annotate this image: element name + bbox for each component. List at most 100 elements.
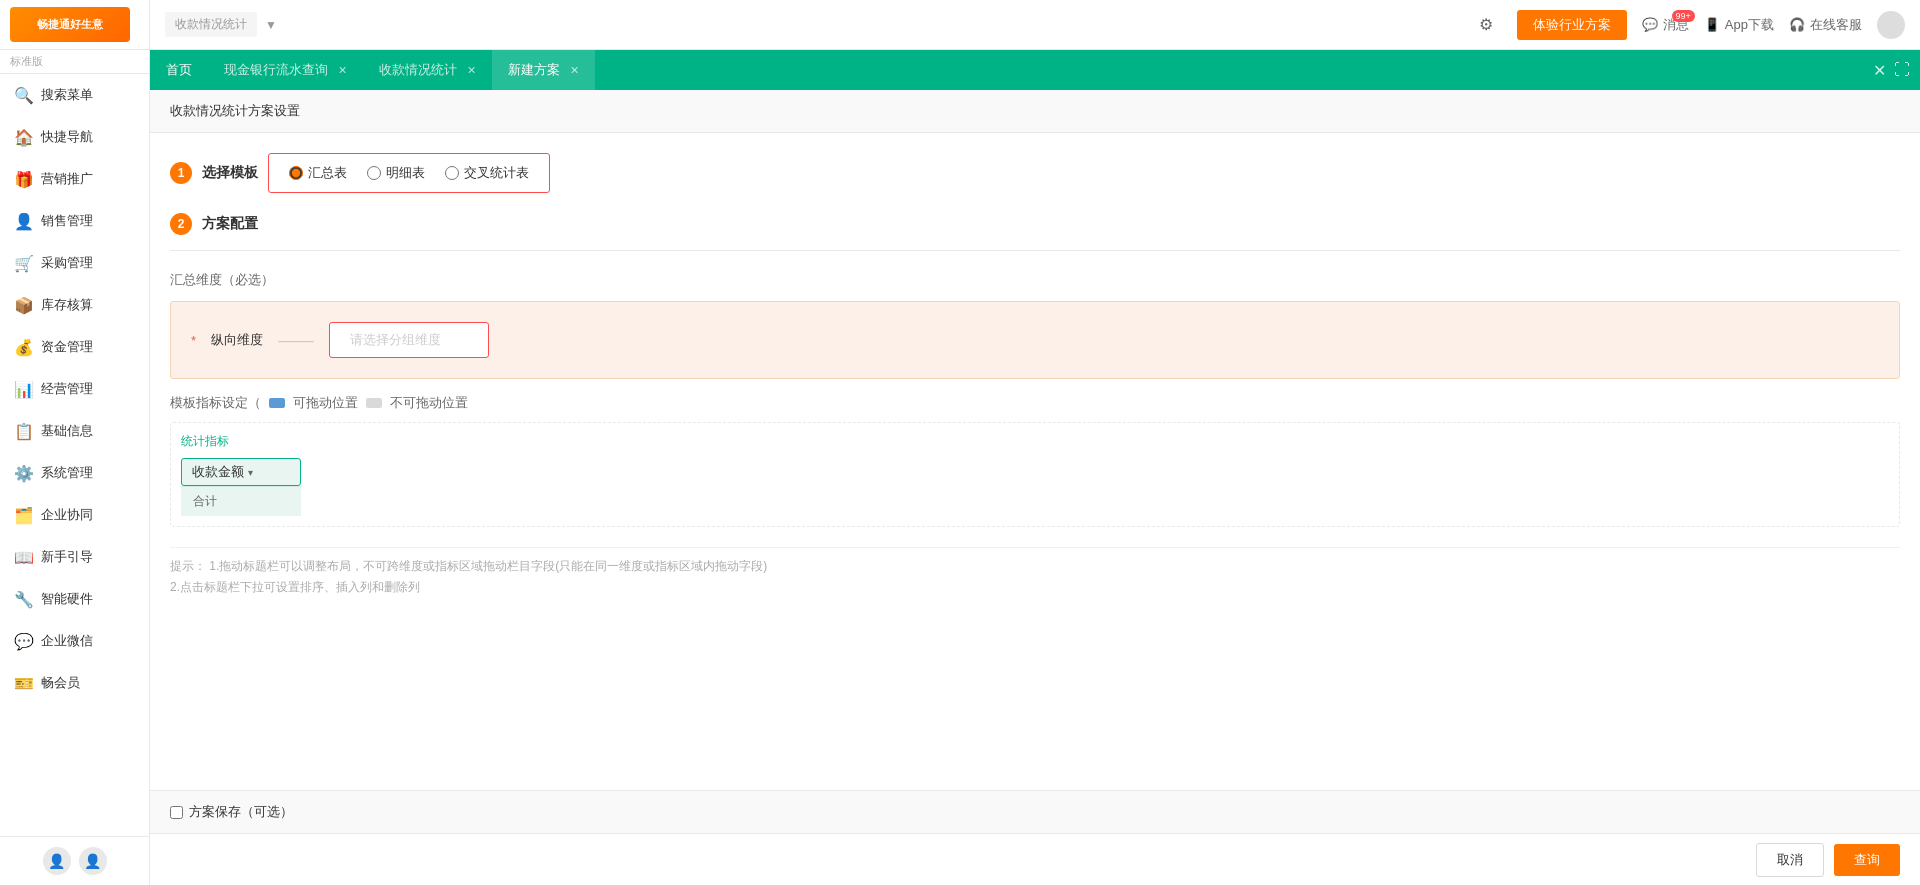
industry-btn[interactable]: 体验行业方案 [1517,10,1627,40]
sidebar-item-label: 系统管理 [41,464,93,482]
query-button[interactable]: 查询 [1834,844,1900,876]
form-area: 1 选择模板 汇总表 明细表 [150,133,1920,650]
sales-icon: 👤 [15,212,33,230]
radio-summary-input[interactable] [289,166,303,180]
sidebar-avatar-left[interactable]: 👤 [43,847,71,875]
tip-row-1: 提示： 1.拖动标题栏可以调整布局，不可跨维度或指标区域拖动栏目字段(只能在同一… [170,558,1900,575]
page-header: 收款情况统计方案设置 [150,90,1920,133]
radio-detail[interactable]: 明细表 [367,164,425,182]
user-avatar[interactable] [1877,11,1905,39]
sidebar-item-new-guide[interactable]: 📖 新手引导 [0,536,149,578]
smart-hardware-icon: 🔧 [15,590,33,608]
sidebar-item-quick-nav[interactable]: 🏠 快捷导航 [0,116,149,158]
sidebar-item-label: 采购管理 [41,254,93,272]
template-options-box: 汇总表 明细表 交叉统计表 [268,153,550,193]
sidebar-item-operations[interactable]: 📊 经营管理 [0,368,149,410]
sidebar-item-label: 搜索菜单 [41,86,93,104]
tab-bank-flow-label: 现金银行流水查询 [224,61,328,79]
sidebar-item-inventory[interactable]: 📦 库存核算 [0,284,149,326]
radio-detail-input[interactable] [367,166,381,180]
draggable-label: 可拖动位置 [293,394,358,412]
operations-icon: 📊 [15,380,33,398]
tab-collection-stats-label: 收款情况统计 [379,61,457,79]
sidebar-item-label: 智能硬件 [41,590,93,608]
purchase-icon: 🛒 [15,254,33,272]
logo-image: 畅捷通好生意 [10,7,130,42]
tips-area: 提示： 1.拖动标题栏可以调整布局，不可跨维度或指标区域拖动栏目字段(只能在同一… [170,547,1900,610]
sidebar-item-member[interactable]: 🎫 畅会员 [0,662,149,704]
sidebar-item-sales[interactable]: 👤 销售管理 [0,200,149,242]
dropdown-arrow-icon[interactable]: ▼ [265,18,277,32]
radio-summary[interactable]: 汇总表 [289,164,347,182]
page-header-title: 收款情况统计方案设置 [170,103,300,118]
tab-maximize-icon[interactable]: ⛶ [1894,61,1910,79]
stats-subtag-total: 合计 [181,486,301,516]
sidebar-item-label: 销售管理 [41,212,93,230]
stats-tag-area: 统计指标 收款金额 ▾ 合计 [170,422,1900,527]
step2-header: 2 方案配置 [170,213,1900,235]
sidebar: 畅捷通好生意 标准版 🔍 搜索菜单 🏠 快捷导航 🎁 营销推广 👤 销售管理 🛒… [0,0,150,885]
sidebar-logo: 畅捷通好生意 [0,0,149,50]
sidebar-avatar-right[interactable]: 👤 [79,847,107,875]
sidebar-item-basic-info[interactable]: 📋 基础信息 [0,410,149,452]
breadcrumb-text: 收款情况统计 [165,12,257,37]
sidebar-item-label: 营销推广 [41,170,93,188]
online-service-btn[interactable]: 🎧 在线客服 [1789,16,1862,34]
tab-home[interactable]: 首页 [150,50,208,90]
cancel-button[interactable]: 取消 [1756,843,1824,877]
sidebar-item-enterprise-wechat[interactable]: 💬 企业微信 [0,620,149,662]
stats-tag-label: 收款金额 [192,463,244,481]
message-btn[interactable]: 💬 消息 99+ [1642,16,1689,34]
service-icon: 🎧 [1789,17,1805,32]
main-area: 收款情况统计 ▼ ⚙ 体验行业方案 💬 消息 99+ 📱 App下载 🎧 在线客… [150,0,1920,885]
new-guide-icon: 📖 [15,548,33,566]
radio-cross[interactable]: 交叉统计表 [445,164,529,182]
stats-tag-amount[interactable]: 收款金额 ▾ [181,458,301,486]
header-right: ⚙ 体验行业方案 💬 消息 99+ 📱 App下载 🎧 在线客服 [1470,9,1905,41]
sidebar-item-label: 库存核算 [41,296,93,314]
sidebar-item-search-menu[interactable]: 🔍 搜索菜单 [0,74,149,116]
enterprise-collab-icon: 🗂️ [15,506,33,524]
quick-nav-icon: 🏠 [15,128,33,146]
footer-actions: 取消 查询 [150,833,1920,885]
tab-collection-stats[interactable]: 收款情况统计 ✕ [363,50,492,90]
tab-bank-flow[interactable]: 现金银行流水查询 ✕ [208,50,363,90]
vertical-dimension-label: 纵向维度 [211,331,263,349]
marketing-icon: 🎁 [15,170,33,188]
settings-icon[interactable]: ⚙ [1470,9,1502,41]
sidebar-item-system[interactable]: ⚙️ 系统管理 [0,452,149,494]
chevron-down-icon: ▾ [248,467,253,478]
app-download-label: App下载 [1725,16,1774,34]
edition-label: 标准版 [0,50,149,74]
sidebar-item-label: 畅会员 [41,674,80,692]
system-icon: ⚙️ [15,464,33,482]
sidebar-item-finance[interactable]: 💰 资金管理 [0,326,149,368]
draggable-indicator [269,398,285,408]
non-draggable-indicator [366,398,382,408]
radio-detail-label: 明细表 [386,164,425,182]
tab-new-plan[interactable]: 新建方案 ✕ [492,50,595,90]
sidebar-item-label: 资金管理 [41,338,93,356]
app-download-btn[interactable]: 📱 App下载 [1704,16,1774,34]
save-checkbox[interactable]: 方案保存（可选） [170,803,293,821]
tab-bank-flow-close[interactable]: ✕ [338,64,347,77]
tip-row-2: 2.点击标题栏下拉可设置排序、插入列和删除列 [170,579,1900,596]
sidebar-item-label: 新手引导 [41,548,93,566]
top-header: 收款情况统计 ▼ ⚙ 体验行业方案 💬 消息 99+ 📱 App下载 🎧 在线客… [150,0,1920,50]
sidebar-item-marketing[interactable]: 🎁 营销推广 [0,158,149,200]
radio-cross-input[interactable] [445,166,459,180]
page-content: 收款情况统计方案设置 1 选择模板 汇总表 [150,90,1920,790]
radio-summary-label: 汇总表 [308,164,347,182]
dimension-select[interactable]: 请选择分组维度 [329,322,489,358]
sidebar-item-purchase[interactable]: 🛒 采购管理 [0,242,149,284]
tab-close-icon[interactable]: ✕ [1873,61,1886,80]
sidebar-item-smart-hardware[interactable]: 🔧 智能硬件 [0,578,149,620]
step1-header: 1 选择模板 汇总表 明细表 [170,153,1900,193]
save-checkbox-input[interactable] [170,806,183,819]
tab-collection-stats-close[interactable]: ✕ [467,64,476,77]
tab-new-plan-close[interactable]: ✕ [570,64,579,77]
step2-title: 方案配置 [202,215,258,233]
breadcrumb-area: 收款情况统计 ▼ [165,12,1460,37]
save-checkbox-label: 方案保存（可选） [189,803,293,821]
sidebar-item-enterprise-collab[interactable]: 🗂️ 企业协同 [0,494,149,536]
